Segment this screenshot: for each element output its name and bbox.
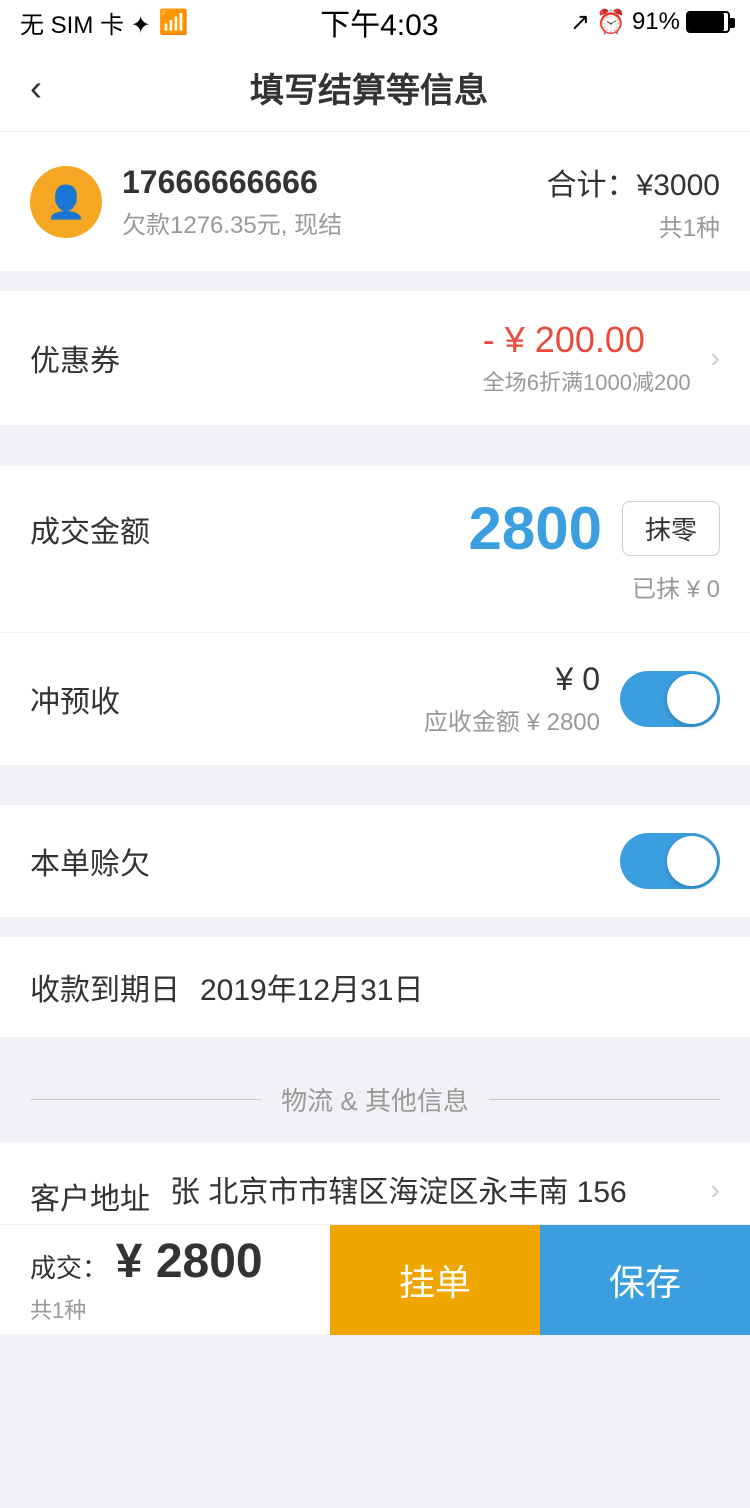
transaction-amount: 2800 [469, 494, 602, 563]
due-date-section: 收款到期日 2019年12月31日 [0, 937, 750, 1037]
customer-phone: 17666666666 [122, 164, 342, 201]
footer-bar: 成交： ¥ 2800 共1种 挂单 保存 [0, 1224, 750, 1334]
hold-button[interactable]: 挂单 [330, 1225, 540, 1335]
back-button[interactable]: ‹ [30, 57, 62, 119]
wifi-icon: 📶 [159, 8, 189, 37]
prepay-amount-group: ¥ 0 应收金额 ¥ 2800 [424, 661, 600, 737]
alarm-icon: ⏰ [596, 8, 626, 37]
status-bar: 无 SIM 卡 ✦ 📶 下午4:03 ↗ ⏰ 91% [0, 0, 750, 44]
transaction-sub: 已抹 ¥ 0 [30, 569, 720, 604]
status-right: ↗ ⏰ 91% [570, 8, 730, 37]
total-count: 共1种 [547, 208, 720, 243]
customer-details: 17666666666 欠款1276.35元, 现结 [122, 164, 342, 240]
address-label: 客户地址 [30, 1174, 150, 1218]
total-amount: 合计：¥3000 [547, 160, 720, 204]
prepay-right: ¥ 0 应收金额 ¥ 2800 [424, 661, 720, 737]
battery-icon [686, 11, 730, 33]
footer-deal-label: 成交： [30, 1253, 108, 1283]
transaction-section: 成交金额 2800 抹零 已抹 ¥ 0 [0, 466, 750, 632]
avatar: 👤 [30, 166, 102, 238]
divider-1 [0, 446, 750, 466]
coupon-desc: 全场6折满1000减200 [483, 365, 691, 397]
prepay-value: ¥ 0 [424, 661, 600, 698]
nav-bar: ‹ 填写结算等信息 [0, 44, 750, 132]
footer-count: 共1种 [30, 1293, 300, 1325]
due-date-value: 2019年12月31日 [200, 965, 423, 1009]
footer-deal-row: 成交： ¥ 2800 [30, 1234, 300, 1289]
transaction-right: 2800 抹零 [469, 494, 721, 563]
due-date-label: 收款到期日 [30, 965, 180, 1009]
save-button[interactable]: 保存 [540, 1225, 750, 1335]
coupon-info: - ¥ 200.00 全场6折满1000减200 [483, 319, 691, 397]
prepay-section: 冲预收 ¥ 0 应收金额 ¥ 2800 [0, 632, 750, 765]
prepay-label: 冲预收 [30, 677, 120, 721]
divider-2 [0, 785, 750, 805]
credit-toggle[interactable] [620, 833, 720, 889]
avatar-icon: 👤 [46, 183, 86, 221]
customer-debt: 欠款1276.35元, 现结 [122, 205, 342, 240]
coupon-label: 优惠券 [30, 336, 120, 380]
coupon-chevron-icon: › [711, 342, 720, 374]
transaction-label: 成交金额 [30, 507, 150, 551]
prepay-toggle-knob [667, 674, 717, 724]
logistics-line-left [30, 1099, 261, 1100]
customer-right: 合计：¥3000 共1种 [547, 160, 720, 243]
customer-info-card: 👤 17666666666 欠款1276.35元, 现结 合计：¥3000 共1… [0, 132, 750, 271]
coupon-row[interactable]: 优惠券 - ¥ 200.00 全场6折满1000减200 › [0, 291, 750, 426]
status-left: 无 SIM 卡 ✦ 📶 [20, 5, 189, 40]
credit-toggle-knob [667, 836, 717, 886]
prepay-toggle[interactable] [620, 671, 720, 727]
logistics-line-right [489, 1099, 720, 1100]
address-chevron-icon: › [711, 1174, 720, 1206]
prepay-sub: 应收金额 ¥ 2800 [424, 702, 600, 737]
round-button[interactable]: 抹零 [622, 501, 720, 556]
coupon-right: - ¥ 200.00 全场6折满1000减200 › [483, 319, 720, 397]
page-title: 填写结算等信息 [62, 63, 676, 112]
credit-section: 本单赊欠 [0, 805, 750, 917]
bottom-space [0, 1308, 750, 1508]
status-time: 下午4:03 [320, 0, 438, 44]
footer-summary: 成交： ¥ 2800 共1种 [0, 1234, 330, 1325]
credit-label: 本单赊欠 [30, 839, 150, 883]
prepay-row: 冲预收 ¥ 0 应收金额 ¥ 2800 [30, 661, 720, 737]
battery-percent: 91% [632, 8, 680, 36]
transaction-row: 成交金额 2800 抹零 [30, 494, 720, 563]
logistics-header: 物流 & 其他信息 [0, 1057, 750, 1142]
footer-amount: ¥ 2800 [116, 1235, 263, 1288]
direction-icon: ↗ [570, 8, 590, 37]
coupon-amount: - ¥ 200.00 [483, 319, 691, 361]
customer-left: 👤 17666666666 欠款1276.35元, 现结 [30, 164, 342, 240]
logistics-label: 物流 & 其他信息 [281, 1081, 469, 1118]
sim-label: 无 SIM 卡 ✦ [20, 5, 151, 40]
